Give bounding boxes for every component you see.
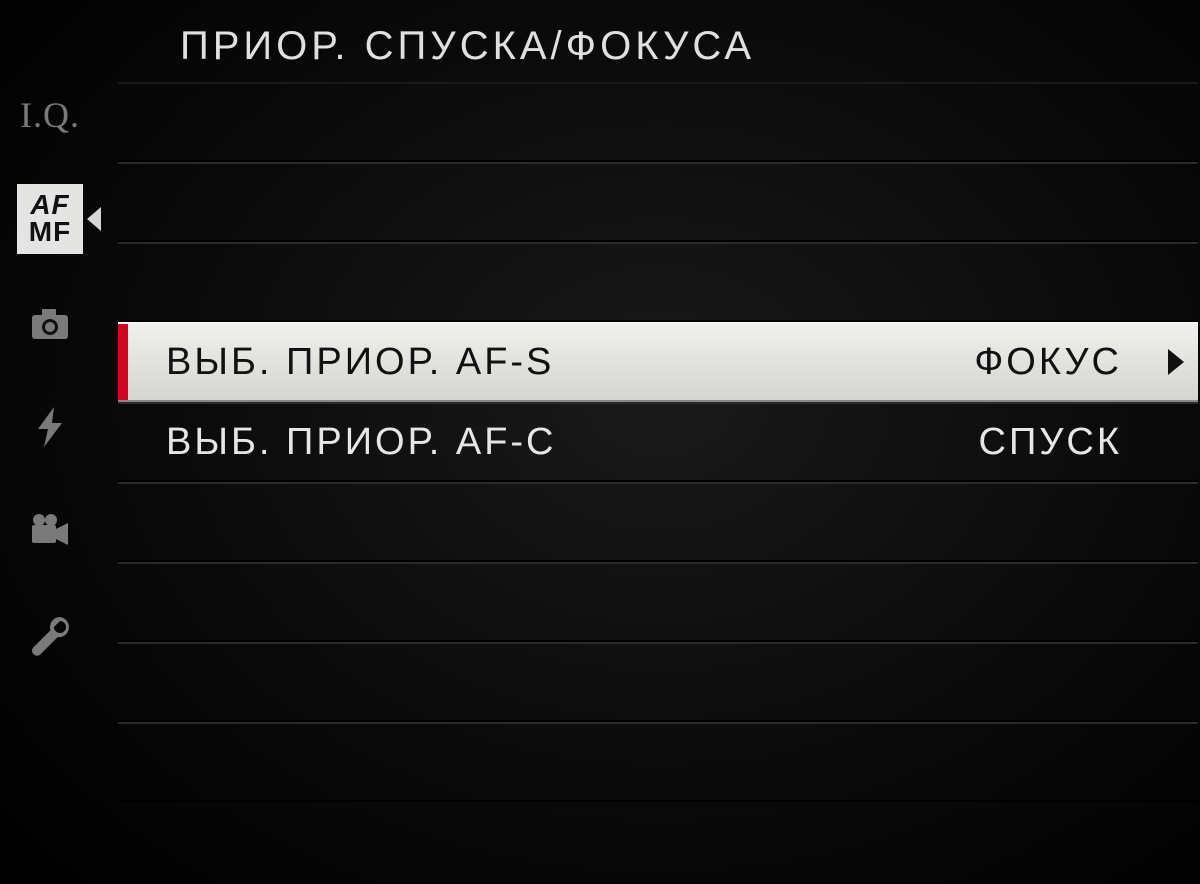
page-title: ПРИОР. СПУСКА/ФОКУСА bbox=[180, 24, 755, 69]
sidebar-tab-iq[interactable]: I.Q. bbox=[17, 80, 83, 150]
menu-row-empty bbox=[118, 562, 1198, 642]
sidebar-tab-shooting[interactable] bbox=[17, 288, 83, 358]
menu-row-empty bbox=[118, 242, 1198, 322]
menu-row-empty bbox=[118, 162, 1198, 242]
chevron-right-icon bbox=[1168, 349, 1184, 375]
sidebar-tab-flash[interactable] bbox=[17, 392, 83, 462]
af-mf-icon: AF MF bbox=[29, 192, 71, 245]
flash-icon bbox=[26, 403, 74, 451]
camera-icon bbox=[26, 299, 74, 347]
iq-icon: I.Q. bbox=[20, 94, 80, 136]
menu-item-af-c-priority[interactable]: ВЫБ. ПРИОР. AF-C СПУСК bbox=[118, 402, 1198, 482]
menu-row-empty bbox=[118, 482, 1198, 562]
sidebar-tab-af-mf[interactable]: AF MF bbox=[17, 184, 83, 254]
sidebar-tab-setup[interactable] bbox=[17, 600, 83, 670]
sidebar: I.Q. AF MF bbox=[0, 0, 100, 884]
sidebar-tab-movie[interactable] bbox=[17, 496, 83, 566]
movie-camera-icon bbox=[26, 507, 74, 555]
menu-item-label: ВЫБ. ПРИОР. AF-S bbox=[166, 341, 974, 384]
wrench-icon bbox=[26, 611, 74, 659]
menu-row-empty bbox=[118, 722, 1198, 802]
menu-row-empty bbox=[118, 82, 1198, 162]
menu-item-value: СПУСК bbox=[979, 421, 1158, 464]
menu-item-value: ФОКУС bbox=[974, 341, 1158, 384]
menu-item-label: ВЫБ. ПРИОР. AF-C bbox=[166, 421, 979, 464]
menu-list: ВЫБ. ПРИОР. AF-S ФОКУС ВЫБ. ПРИОР. AF-C … bbox=[118, 82, 1198, 802]
menu-item-af-s-priority[interactable]: ВЫБ. ПРИОР. AF-S ФОКУС bbox=[118, 322, 1198, 402]
menu-row-empty bbox=[118, 642, 1198, 722]
